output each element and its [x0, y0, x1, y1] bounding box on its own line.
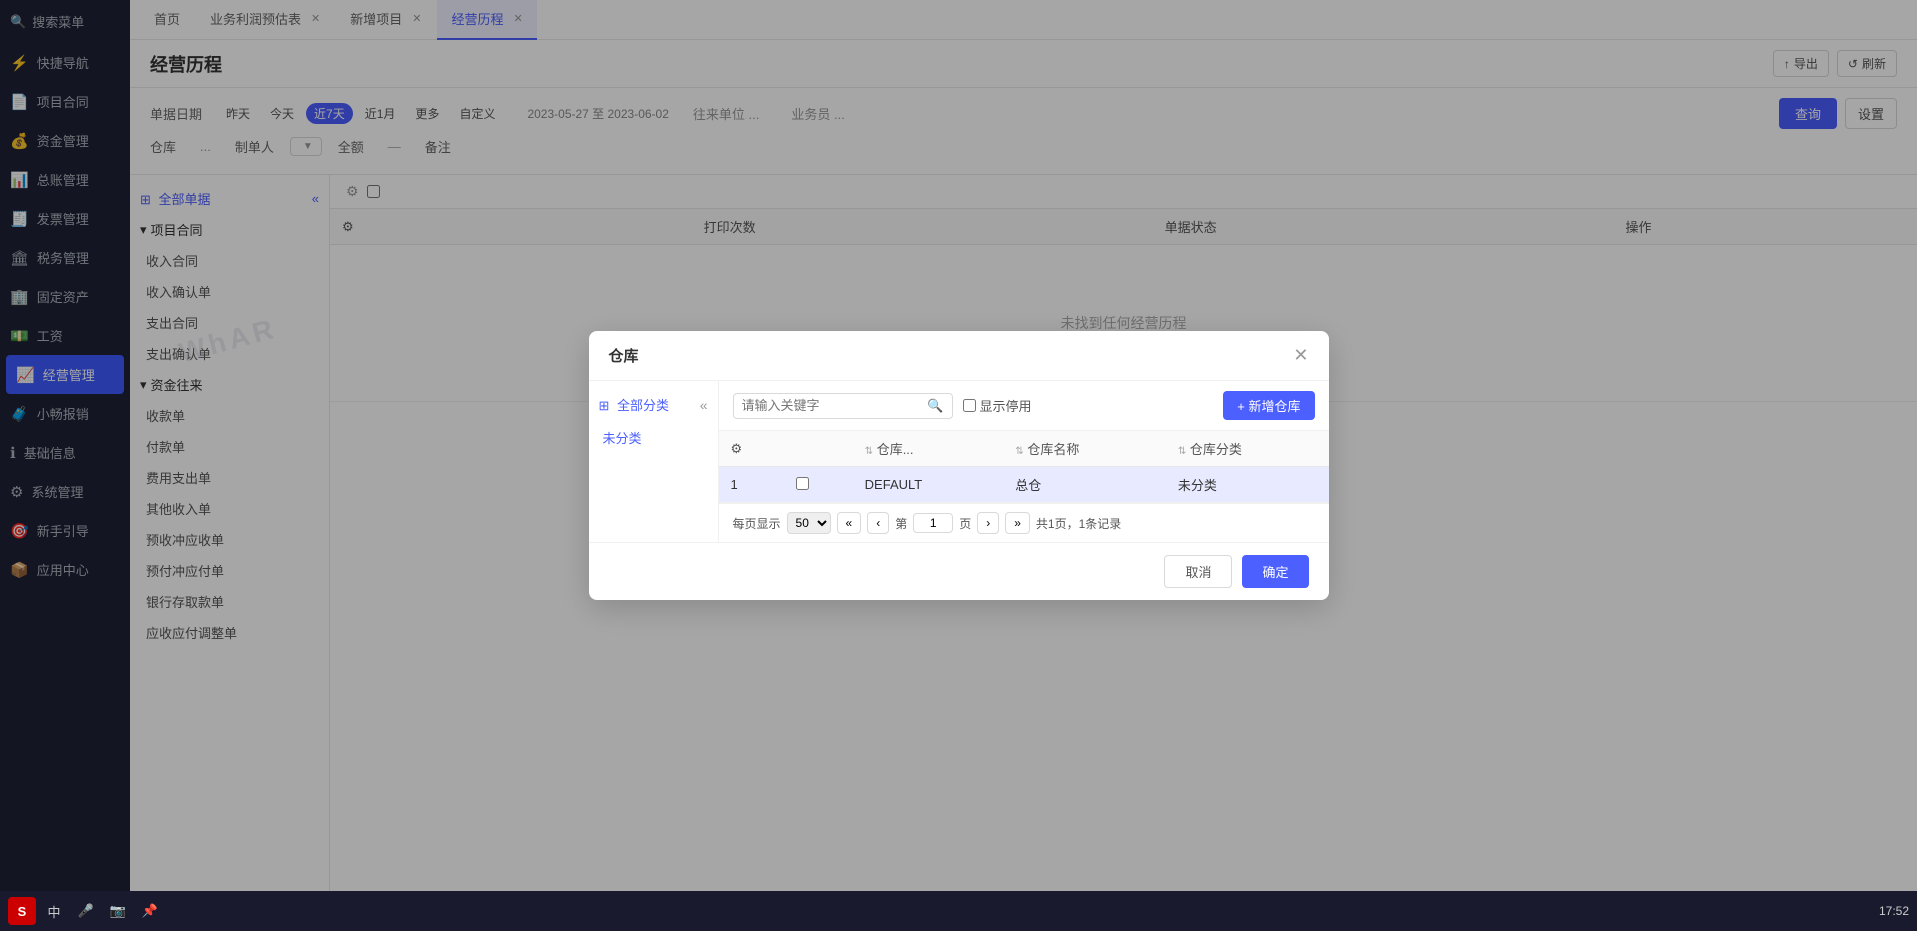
dialog-table-row[interactable]: 1 DEFAULT 总仓 未分类 — [719, 467, 1329, 503]
add-warehouse-button[interactable]: + 新增仓库 — [1223, 391, 1314, 420]
dialog-prev-btn[interactable]: ‹ — [867, 512, 889, 534]
dialog-table-header: ⚙ ⇅ 仓库... ⇅ 仓库名称 — [719, 431, 1329, 467]
dialog-close-button[interactable]: ✕ — [1293, 345, 1308, 366]
dialog-left-header: ⊞ 全部分类 « — [589, 389, 718, 420]
unclassified-label: 未分类 — [603, 428, 642, 447]
dialog-per-page-label: 每页显示 — [733, 515, 781, 532]
dialog-table-wrap: ⚙ ⇅ 仓库... ⇅ 仓库名称 — [719, 431, 1329, 503]
modal-overlay: 仓库 ✕ ⊞ 全部分类 « 未分类 — [0, 0, 1917, 931]
show-disabled-text: 显示停用 — [980, 396, 1032, 415]
row-code: DEFAULT — [853, 467, 1004, 503]
dialog-next-btn[interactable]: › — [977, 512, 999, 534]
taskbar: S 中 🎤 📷 📌 17:52 — [0, 891, 1917, 931]
dialog-last-btn[interactable]: » — [1005, 512, 1030, 534]
taskbar-clock: 17:52 — [1879, 904, 1909, 918]
dialog-body: ⊞ 全部分类 « 未分类 🔍 — [589, 381, 1329, 542]
left-panel-scroll — [589, 455, 718, 534]
warehouse-dialog: 仓库 ✕ ⊞ 全部分类 « 未分类 — [589, 331, 1329, 600]
dialog-search-wrap: 🔍 — [733, 393, 953, 419]
th-code: ⇅ 仓库... — [853, 431, 1004, 467]
th-category: ⇅ 仓库分类 — [1166, 431, 1329, 467]
taskbar-zh-icon[interactable]: 中 — [40, 897, 68, 925]
dialog-footer: 取消 确定 — [589, 542, 1329, 600]
dialog-page-label: 第 — [895, 515, 907, 532]
dialog-per-page-select[interactable]: 50 — [787, 512, 831, 534]
dialog-left-panel: ⊞ 全部分类 « 未分类 — [589, 381, 719, 542]
dialog-left-unclassified[interactable]: 未分类 — [589, 420, 718, 455]
cat-sort-icon[interactable]: ⇅ — [1178, 446, 1186, 457]
name-sort-icon[interactable]: ⇅ — [1015, 446, 1023, 457]
dialog-title: 仓库 — [609, 345, 639, 366]
show-disabled-checkbox[interactable] — [963, 399, 976, 412]
dialog-stats: 共1页，1条记录 — [1036, 515, 1121, 532]
dialog-toolbar: 🔍 显示停用 + 新增仓库 — [719, 381, 1329, 431]
th-checkbox — [784, 431, 852, 467]
dialog-table: ⚙ ⇅ 仓库... ⇅ 仓库名称 — [719, 431, 1329, 503]
cancel-button[interactable]: 取消 — [1164, 555, 1232, 588]
dialog-header: 仓库 ✕ — [589, 331, 1329, 381]
dialog-first-btn[interactable]: « — [837, 512, 862, 534]
row-checkbox[interactable] — [784, 467, 852, 503]
dialog-collapse-icon[interactable]: « — [700, 397, 708, 413]
taskbar-cam-icon[interactable]: 📷 — [104, 897, 132, 925]
code-sort-icon[interactable]: ⇅ — [865, 446, 873, 457]
dialog-search-icon[interactable]: 🔍 — [927, 398, 943, 414]
taskbar-s-icon[interactable]: S — [8, 897, 36, 925]
taskbar-pin-icon[interactable]: 📌 — [136, 897, 164, 925]
dialog-all-category-label: ⊞ 全部分类 — [599, 395, 670, 414]
taskbar-mic-icon[interactable]: 🎤 — [72, 897, 100, 925]
row-name: 总仓 — [1003, 467, 1166, 503]
show-disabled-label[interactable]: 显示停用 — [963, 396, 1032, 415]
confirm-button[interactable]: 确定 — [1242, 555, 1308, 588]
dialog-page-input[interactable] — [913, 513, 953, 533]
dialog-pagination: 每页显示 50 « ‹ 第 页 › » 共1页，1条记录 — [719, 503, 1329, 542]
dialog-right-panel: 🔍 显示停用 + 新增仓库 ⚙ — [719, 381, 1329, 542]
dialog-search-input[interactable] — [742, 398, 928, 413]
row-category: 未分类 — [1166, 467, 1329, 503]
row-index: 1 — [719, 467, 785, 503]
th-gear: ⚙ — [719, 431, 785, 467]
row-checkbox-input[interactable] — [796, 477, 809, 490]
grid-icon2: ⊞ — [599, 398, 610, 413]
th-name: ⇅ 仓库名称 — [1003, 431, 1166, 467]
dialog-total-label: 页 — [959, 515, 971, 532]
